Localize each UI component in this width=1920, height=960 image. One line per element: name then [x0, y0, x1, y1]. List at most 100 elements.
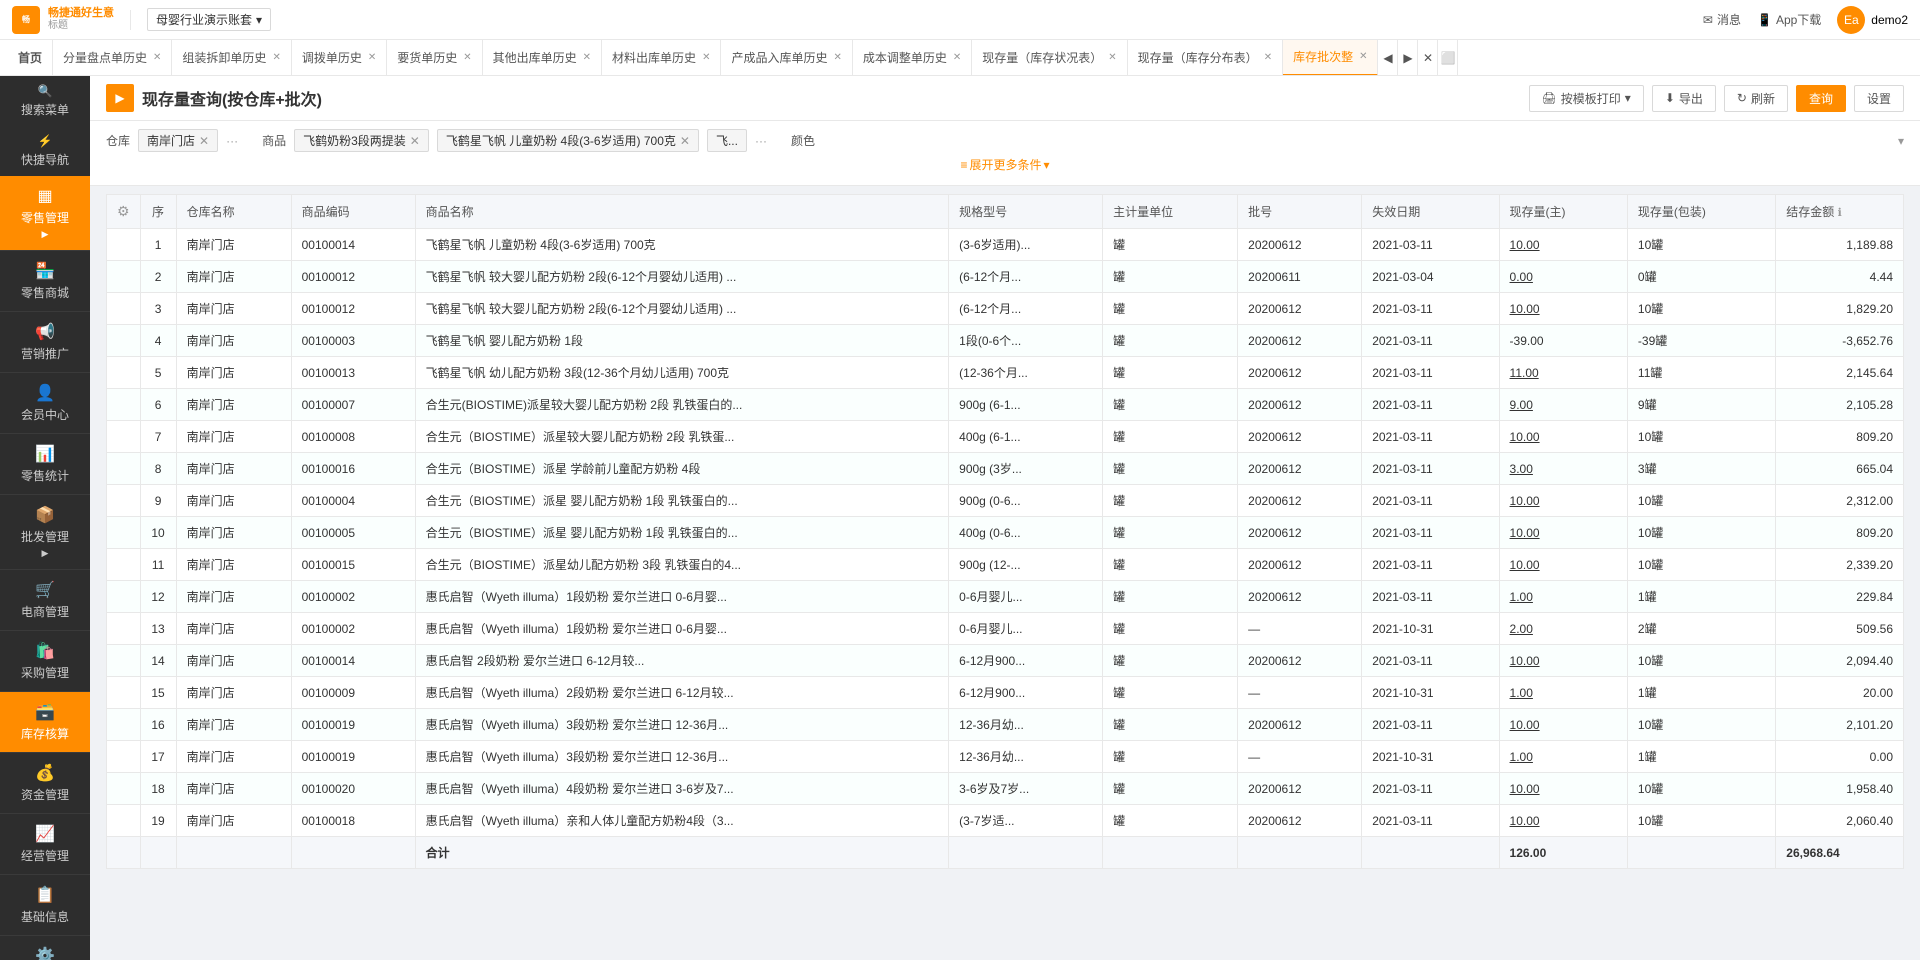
row-qty-main[interactable]: 10.00 — [1499, 517, 1627, 549]
row-amount: 2,312.00 — [1776, 485, 1904, 517]
row-qty-main[interactable]: 10.00 — [1499, 293, 1627, 325]
tab-nav-left[interactable]: ◀ — [1378, 40, 1398, 76]
row-name: 合生元（BIOSTIME）派星 婴儿配方奶粉 1段 乳铁蛋白的... — [415, 517, 949, 549]
row-warehouse: 南岸门店 — [176, 709, 291, 741]
row-qty-main[interactable]: 9.00 — [1499, 389, 1627, 421]
row-qty-main[interactable]: 11.00 — [1499, 357, 1627, 389]
row-index: 18 — [140, 773, 176, 805]
row-qty-main[interactable]: -39.00 — [1499, 325, 1627, 357]
warehouse-remove-icon[interactable]: ✕ — [199, 134, 209, 148]
product-tag-1[interactable]: 飞鹤星飞帆 儿童奶粉 4段(3-6岁适用) 700克 ✕ — [437, 129, 699, 152]
tab-cailiao[interactable]: 材料出库单历史 ✕ — [602, 40, 721, 76]
tab-xianzun1[interactable]: 现存量（库存状况表） ✕ — [972, 40, 1127, 76]
sidebar-item-ecommerce[interactable]: 🛒 电商管理 — [0, 570, 90, 631]
sidebar-item-retail-mall[interactable]: 🏪 零售商城 — [0, 251, 90, 312]
row-qty-main[interactable]: 1.00 — [1499, 741, 1627, 773]
sidebar-nav[interactable]: ⚡ 快捷导航 — [0, 126, 90, 176]
amount-info-icon[interactable]: ℹ — [1838, 207, 1842, 219]
tab-tiaoji[interactable]: 调拨单历史 ✕ — [292, 40, 387, 76]
export-button[interactable]: ⬇ 导出 — [1652, 85, 1716, 112]
sidebar-item-wholesale[interactable]: 📦 批发管理 ▶ — [0, 495, 90, 570]
message-button[interactable]: ✉ 消息 — [1703, 11, 1741, 28]
query-button[interactable]: 查询 — [1796, 85, 1846, 112]
tab-xianzun3[interactable]: 库存批次整 ✕ — [1283, 40, 1378, 76]
row-index: 16 — [140, 709, 176, 741]
tab-yaohuo[interactable]: 要货单历史 ✕ — [387, 40, 482, 76]
sidebar-item-label: 零售管理 — [21, 209, 69, 226]
row-index: 17 — [140, 741, 176, 773]
tab-zuhe[interactable]: 组装拆卸单历史 ✕ — [172, 40, 291, 76]
sidebar-item-marketing[interactable]: 📢 营销推广 — [0, 312, 90, 373]
sidebar-item-inventory[interactable]: 🗃️ 库存核算 — [0, 692, 90, 753]
sidebar-item-purchase[interactable]: 🛍️ 采购管理 — [0, 631, 90, 692]
product-remove-icon-0[interactable]: ✕ — [410, 134, 420, 148]
sidebar-item-operation[interactable]: 📈 经营管理 — [0, 814, 90, 875]
row-index: 4 — [140, 325, 176, 357]
row-name: 合生元（BIOSTIME）派星 学龄前儿童配方奶粉 4段 — [415, 453, 949, 485]
settings-icon[interactable]: ⚙ — [117, 203, 130, 219]
sidebar-item-system[interactable]: ⚙️ 系统管理 — [0, 936, 90, 960]
user-area[interactable]: Ea demo2 — [1837, 6, 1908, 34]
table-row: 7 南岸门店 00100008 合生元（BIOSTIME）派星较大婴儿配方奶粉 … — [107, 421, 1904, 453]
row-qty-main[interactable]: 2.00 — [1499, 613, 1627, 645]
sidebar-search[interactable]: 🔍 搜索菜单 — [0, 76, 90, 126]
tab-fenku[interactable]: 分量盘点单历史 ✕ — [53, 40, 172, 76]
refresh-button[interactable]: ↻ 刷新 — [1724, 85, 1788, 112]
tab-cailiao-close[interactable]: ✕ — [702, 52, 710, 63]
row-qty-main[interactable]: 10.00 — [1499, 805, 1627, 837]
tab-nav-right[interactable]: ▶ — [1398, 40, 1418, 76]
tab-qita[interactable]: 其他出库单历史 ✕ — [483, 40, 602, 76]
tab-chengben-close[interactable]: ✕ — [953, 52, 961, 63]
warehouse-tag[interactable]: 南岸门店 ✕ — [138, 129, 218, 152]
sidebar-item-basic[interactable]: 📋 基础信息 — [0, 875, 90, 936]
row-qty-main[interactable]: 1.00 — [1499, 581, 1627, 613]
product-tag-2[interactable]: 飞... — [707, 129, 747, 152]
row-amount: 2,145.64 — [1776, 357, 1904, 389]
row-qty-main[interactable]: 10.00 — [1499, 645, 1627, 677]
tab-home-label: 首页 — [18, 49, 42, 66]
row-unit: 罐 — [1103, 261, 1238, 293]
sidebar-item-member[interactable]: 👤 会员中心 — [0, 373, 90, 434]
tab-chengben[interactable]: 成本调整单历史 ✕ — [853, 40, 972, 76]
app-download-button[interactable]: 📱 App下载 — [1757, 11, 1821, 28]
row-qty-main[interactable]: 3.00 — [1499, 453, 1627, 485]
row-expire: 2021-03-11 — [1362, 485, 1499, 517]
footer-empty-3 — [176, 837, 291, 869]
row-qty-main[interactable]: 10.00 — [1499, 229, 1627, 261]
tab-zuhe-close[interactable]: ✕ — [272, 52, 280, 63]
product-tag-0[interactable]: 飞鹤奶粉3段两提装 ✕ — [294, 129, 429, 152]
sidebar-item-retail-mgmt[interactable]: ▦ 零售管理 ▶ — [0, 176, 90, 251]
tab-xianzun2[interactable]: 现存量（库存分布表） ✕ — [1128, 40, 1283, 76]
expand-conditions-btn[interactable]: ≡ 展开更多条件 ▾ — [960, 156, 1049, 173]
expand-sidebar-btn[interactable]: ▶ — [106, 84, 134, 112]
row-qty-main[interactable]: 1.00 — [1499, 677, 1627, 709]
tab-home[interactable]: 首页 — [8, 40, 53, 76]
tab-tiaoji-close[interactable]: ✕ — [368, 52, 376, 63]
tab-qita-close[interactable]: ✕ — [583, 52, 591, 63]
print-button[interactable]: 🖨 按模板打印 ▾ — [1529, 85, 1644, 112]
tab-xianzun1-close[interactable]: ✕ — [1108, 52, 1116, 63]
row-code: 00100004 — [291, 485, 415, 517]
sidebar-item-retail-stats[interactable]: 📊 零售统计 — [0, 434, 90, 495]
row-code: 00100012 — [291, 261, 415, 293]
tab-xianzun3-close[interactable]: ✕ — [1359, 51, 1367, 62]
settings-button[interactable]: 设置 — [1854, 85, 1904, 112]
tab-xianzun2-close[interactable]: ✕ — [1264, 52, 1272, 63]
company-selector[interactable]: 母婴行业演示账套 ▾ — [147, 8, 271, 31]
row-qty-main[interactable]: 10.00 — [1499, 773, 1627, 805]
tab-maximize[interactable]: ⬜ — [1438, 40, 1458, 76]
tab-fenku-close[interactable]: ✕ — [153, 52, 161, 63]
tab-chengpin[interactable]: 产成品入库单历史 ✕ — [721, 40, 852, 76]
tab-chengpin-close[interactable]: ✕ — [833, 52, 841, 63]
tab-yaohuo-close[interactable]: ✕ — [463, 52, 471, 63]
footer-empty-1 — [107, 837, 141, 869]
sidebar-item-finance[interactable]: 💰 资金管理 — [0, 753, 90, 814]
product-remove-icon-1[interactable]: ✕ — [680, 134, 690, 148]
row-qty-main[interactable]: 10.00 — [1499, 709, 1627, 741]
row-qty-main[interactable]: 10.00 — [1499, 485, 1627, 517]
row-qty-main[interactable]: 0.00 — [1499, 261, 1627, 293]
chevron-down-icon: ▾ — [1625, 91, 1631, 105]
row-qty-main[interactable]: 10.00 — [1499, 421, 1627, 453]
tab-close-all[interactable]: ✕ — [1418, 40, 1438, 76]
row-qty-main[interactable]: 10.00 — [1499, 549, 1627, 581]
